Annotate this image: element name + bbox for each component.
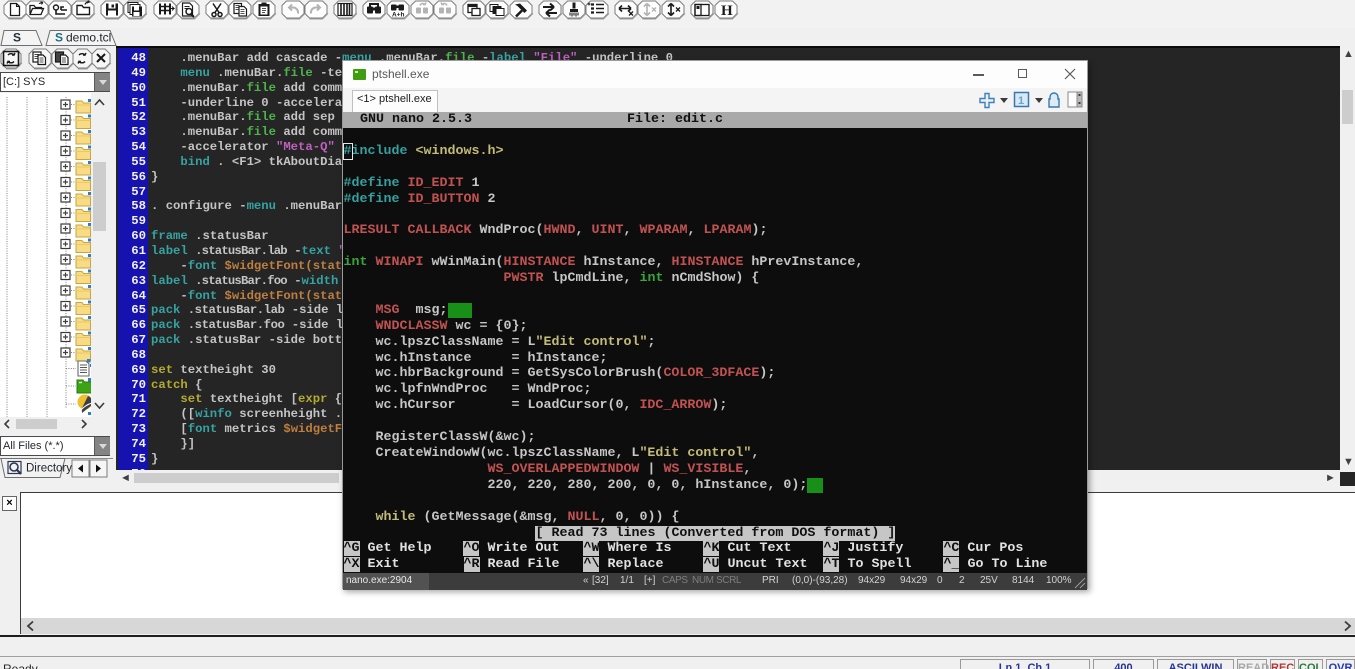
- svg-text:A+h: A+h: [392, 12, 404, 19]
- svg-text:Directory: Directory: [26, 463, 72, 475]
- svg-text:H: H: [721, 3, 733, 19]
- svg-text:S: S: [13, 31, 21, 45]
- svg-text:1: 1: [1018, 95, 1024, 107]
- svg-text:S: S: [55, 31, 63, 45]
- svg-text:demo.tcl: demo.tcl: [66, 31, 111, 45]
